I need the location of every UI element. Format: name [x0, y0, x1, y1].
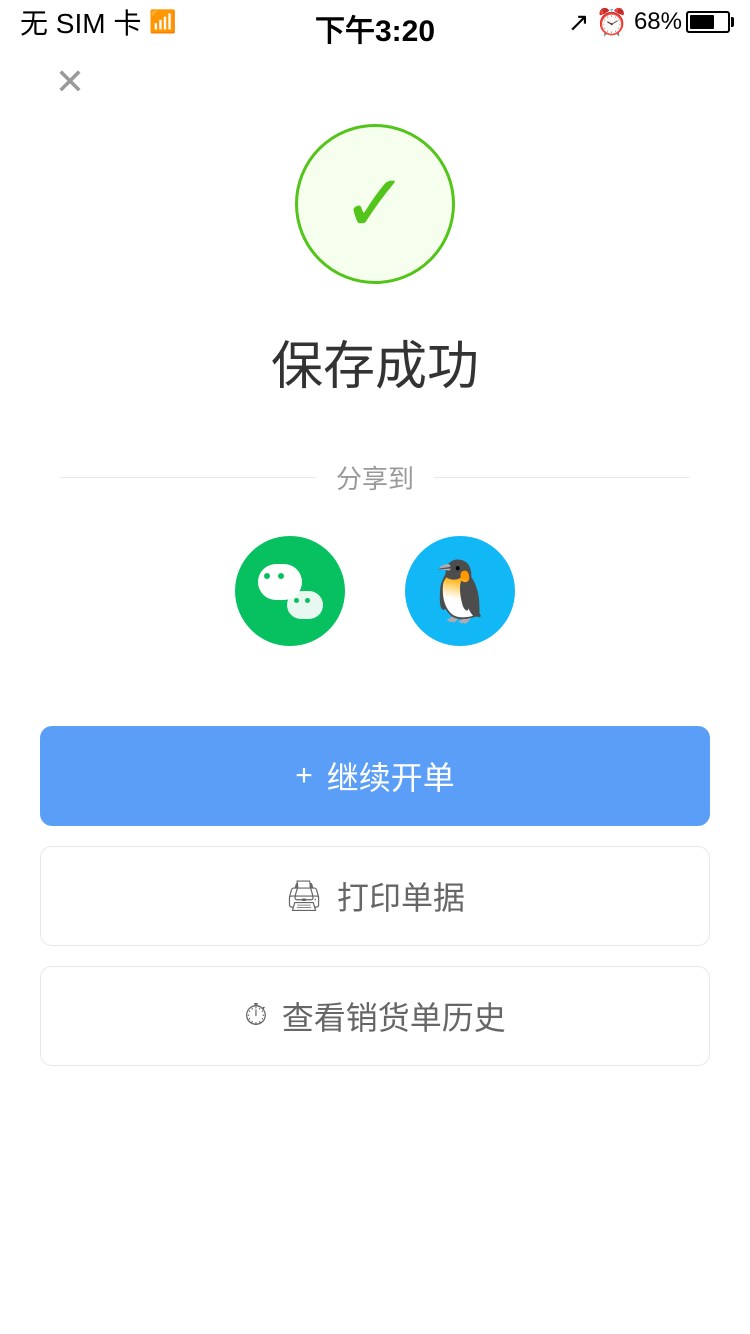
divider-line-right — [434, 477, 690, 478]
status-time: 下午3:20 — [315, 6, 435, 50]
battery-container: 68% — [634, 8, 730, 36]
location-icon: ↗ — [568, 7, 590, 38]
continue-order-label: 继续开单 — [327, 753, 455, 799]
wifi-icon: 📶 — [149, 9, 176, 35]
status-right: ↗ ⏰ 68% — [568, 7, 730, 38]
print-icon: 🖨 — [285, 879, 323, 914]
close-icon: ✕ — [55, 61, 85, 103]
share-icons: 🐧 — [235, 536, 515, 646]
wechat-bubble-small — [287, 591, 323, 619]
history-icon: ⏱ — [244, 999, 267, 1033]
print-label: 打印单据 — [337, 873, 465, 919]
plus-icon: + — [295, 759, 313, 793]
qq-share-button[interactable]: 🐧 — [405, 536, 515, 646]
success-title: 保存成功 — [271, 324, 479, 399]
history-button[interactable]: ⏱ 查看销货单历史 — [40, 966, 710, 1066]
battery-text: 68% — [634, 8, 682, 36]
wechat-share-button[interactable] — [235, 536, 345, 646]
checkmark-icon: ✓ — [341, 164, 408, 244]
share-divider: 分享到 — [0, 459, 750, 496]
status-bar: 无 SIM 卡 📶 下午3:20 ↗ ⏰ 68% — [0, 0, 750, 44]
print-button[interactable]: 🖨 打印单据 — [40, 846, 710, 946]
history-label: 查看销货单历史 — [282, 993, 506, 1039]
close-button[interactable]: ✕ — [40, 52, 100, 112]
share-label: 分享到 — [316, 459, 434, 496]
main-content: ✓ 保存成功 分享到 🐧 + 继续开单 🖨 打印单据 — [0, 44, 750, 1066]
action-buttons: + 继续开单 🖨 打印单据 ⏱ 查看销货单历史 — [0, 726, 750, 1066]
status-left: 无 SIM 卡 📶 — [20, 2, 177, 42]
wechat-logo — [258, 564, 323, 619]
divider-line-left — [60, 477, 316, 478]
continue-order-button[interactable]: + 继续开单 — [40, 726, 710, 826]
battery-fill — [690, 15, 714, 29]
qq-penguin-icon: 🐧 — [423, 556, 498, 627]
battery-icon — [686, 11, 730, 33]
alarm-icon: ⏰ — [596, 7, 628, 38]
success-circle: ✓ — [295, 124, 455, 284]
carrier-text: 无 SIM 卡 — [20, 2, 141, 42]
